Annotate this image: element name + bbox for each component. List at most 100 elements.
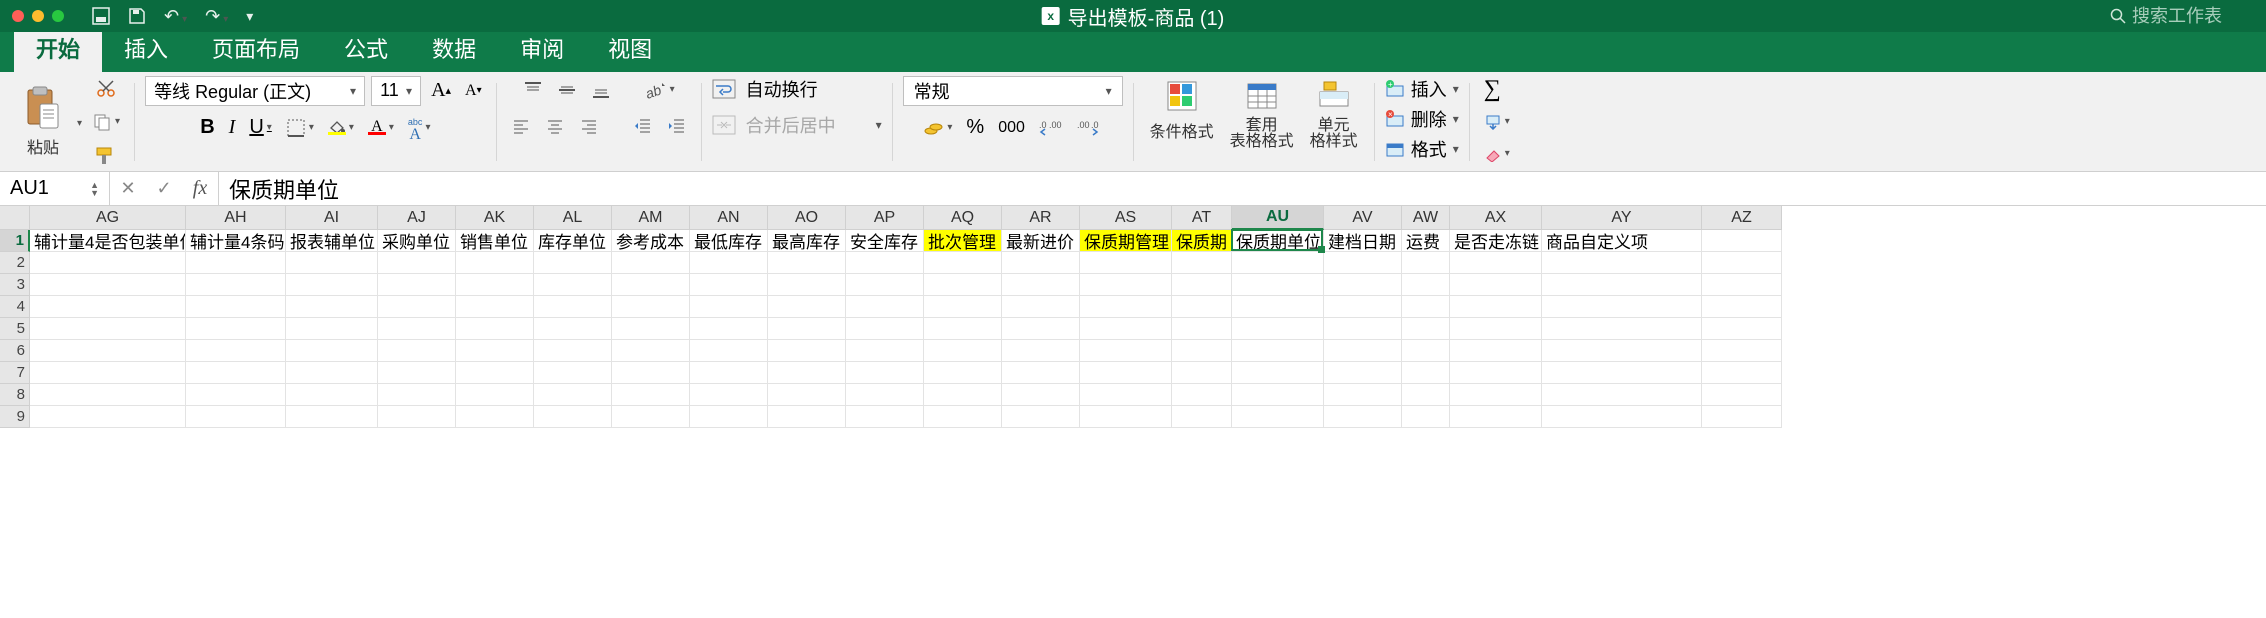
cell-AT9[interactable] xyxy=(1172,406,1232,428)
cell-AZ7[interactable] xyxy=(1702,362,1782,384)
orientation-button[interactable]: ab xyxy=(641,76,679,104)
select-all-corner[interactable] xyxy=(0,206,30,230)
cell-AR2[interactable] xyxy=(1002,252,1080,274)
accept-formula-button[interactable]: ✓ xyxy=(146,172,182,205)
align-center-button[interactable] xyxy=(541,112,569,140)
align-top-button[interactable] xyxy=(519,76,547,104)
cell-AK2[interactable] xyxy=(456,252,534,274)
merge-center-button[interactable]: 合并后居中 ▾ xyxy=(712,112,882,138)
cell-AY8[interactable] xyxy=(1542,384,1702,406)
redo-button[interactable]: ↷ xyxy=(205,6,228,27)
conditional-format-button[interactable]: 条件格式 xyxy=(1144,76,1220,144)
cell-AI6[interactable] xyxy=(286,340,378,362)
cell-AQ8[interactable] xyxy=(924,384,1002,406)
cell-AH3[interactable] xyxy=(186,274,286,296)
cell-AS7[interactable] xyxy=(1080,362,1172,384)
cell-AN8[interactable] xyxy=(690,384,768,406)
cell-AP8[interactable] xyxy=(846,384,924,406)
cell-AQ2[interactable] xyxy=(924,252,1002,274)
fx-button[interactable]: fx xyxy=(182,172,218,205)
cell-AQ6[interactable] xyxy=(924,340,1002,362)
cell-AS1[interactable]: 保质期管理 xyxy=(1080,230,1172,252)
cell-AW4[interactable] xyxy=(1402,296,1450,318)
cell-AQ3[interactable] xyxy=(924,274,1002,296)
cell-AZ8[interactable] xyxy=(1702,384,1782,406)
autosave-icon[interactable] xyxy=(92,7,110,25)
cell-AO1[interactable]: 最高库存 xyxy=(768,230,846,252)
clear-button[interactable] xyxy=(1480,140,1514,168)
cell-AM8[interactable] xyxy=(612,384,690,406)
cell-AZ1[interactable] xyxy=(1702,230,1782,252)
cell-AX6[interactable] xyxy=(1450,340,1542,362)
align-right-button[interactable] xyxy=(575,112,603,140)
cell-AV3[interactable] xyxy=(1324,274,1402,296)
cell-AJ8[interactable] xyxy=(378,384,456,406)
cell-AG5[interactable] xyxy=(30,318,186,340)
decrease-decimal-button[interactable]: .00.0 xyxy=(1073,114,1105,142)
cell-AK6[interactable] xyxy=(456,340,534,362)
cell-AH5[interactable] xyxy=(186,318,286,340)
cell-AK8[interactable] xyxy=(456,384,534,406)
cell-AV5[interactable] xyxy=(1324,318,1402,340)
format-cells-button[interactable]: 格式▾ xyxy=(1385,136,1459,162)
cell-AX2[interactable] xyxy=(1450,252,1542,274)
cell-AL2[interactable] xyxy=(534,252,612,274)
cell-AZ9[interactable] xyxy=(1702,406,1782,428)
cell-AH4[interactable] xyxy=(186,296,286,318)
cell-styles-button[interactable]: 单元 格样式 xyxy=(1304,76,1364,152)
cell-AL8[interactable] xyxy=(534,384,612,406)
cell-AY5[interactable] xyxy=(1542,318,1702,340)
cell-AM1[interactable]: 参考成本 xyxy=(612,230,690,252)
cell-AY7[interactable] xyxy=(1542,362,1702,384)
cell-AH8[interactable] xyxy=(186,384,286,406)
cell-AY4[interactable] xyxy=(1542,296,1702,318)
font-name-selector[interactable]: 等线 Regular (正文)▾ xyxy=(145,76,365,106)
cell-AO8[interactable] xyxy=(768,384,846,406)
currency-button[interactable] xyxy=(920,114,956,142)
col-header-AP[interactable]: AP xyxy=(846,206,924,230)
row-header-3[interactable]: 3 xyxy=(0,274,30,296)
cell-AL1[interactable]: 库存单位 xyxy=(534,230,612,252)
cell-AL6[interactable] xyxy=(534,340,612,362)
cell-AZ5[interactable] xyxy=(1702,318,1782,340)
increase-font-button[interactable]: A▴ xyxy=(427,77,455,105)
cell-AN7[interactable] xyxy=(690,362,768,384)
number-format-selector[interactable]: 常规▾ xyxy=(903,76,1123,106)
row-header-8[interactable]: 8 xyxy=(0,384,30,406)
cell-AG9[interactable] xyxy=(30,406,186,428)
font-color-button[interactable]: A xyxy=(364,114,398,142)
cell-AG8[interactable] xyxy=(30,384,186,406)
close-window-button[interactable] xyxy=(12,10,24,22)
row-header-1[interactable]: 1 xyxy=(0,230,30,252)
cell-AI4[interactable] xyxy=(286,296,378,318)
qat-overflow-button[interactable]: ▾ xyxy=(246,8,253,25)
col-header-AI[interactable]: AI xyxy=(286,206,378,230)
cell-AK1[interactable]: 销售单位 xyxy=(456,230,534,252)
cell-AU8[interactable] xyxy=(1232,384,1324,406)
cell-AH9[interactable] xyxy=(186,406,286,428)
col-header-AO[interactable]: AO xyxy=(768,206,846,230)
italic-button[interactable]: I xyxy=(225,114,240,142)
cell-AH6[interactable] xyxy=(186,340,286,362)
cell-AW5[interactable] xyxy=(1402,318,1450,340)
cells-area[interactable]: 辅计量4是否包装单位辅计量4条码报表辅单位采购单位销售单位库存单位参考成本最低库… xyxy=(30,230,1782,428)
cell-AJ9[interactable] xyxy=(378,406,456,428)
cell-AU3[interactable] xyxy=(1232,274,1324,296)
cell-AM4[interactable] xyxy=(612,296,690,318)
row-header-9[interactable]: 9 xyxy=(0,406,30,428)
bold-button[interactable]: B xyxy=(196,114,218,142)
cancel-formula-button[interactable]: ✕ xyxy=(110,172,146,205)
cell-AV9[interactable] xyxy=(1324,406,1402,428)
cell-AK3[interactable] xyxy=(456,274,534,296)
cell-AV1[interactable]: 建档日期 xyxy=(1324,230,1402,252)
cell-AW2[interactable] xyxy=(1402,252,1450,274)
row-header-4[interactable]: 4 xyxy=(0,296,30,318)
col-header-AY[interactable]: AY xyxy=(1542,206,1702,230)
decrease-indent-button[interactable] xyxy=(629,112,657,140)
search-input[interactable] xyxy=(2132,6,2252,27)
align-middle-button[interactable] xyxy=(553,76,581,104)
cell-AL3[interactable] xyxy=(534,274,612,296)
cell-AX9[interactable] xyxy=(1450,406,1542,428)
cell-AP6[interactable] xyxy=(846,340,924,362)
font-size-selector[interactable]: 11▾ xyxy=(371,76,421,106)
